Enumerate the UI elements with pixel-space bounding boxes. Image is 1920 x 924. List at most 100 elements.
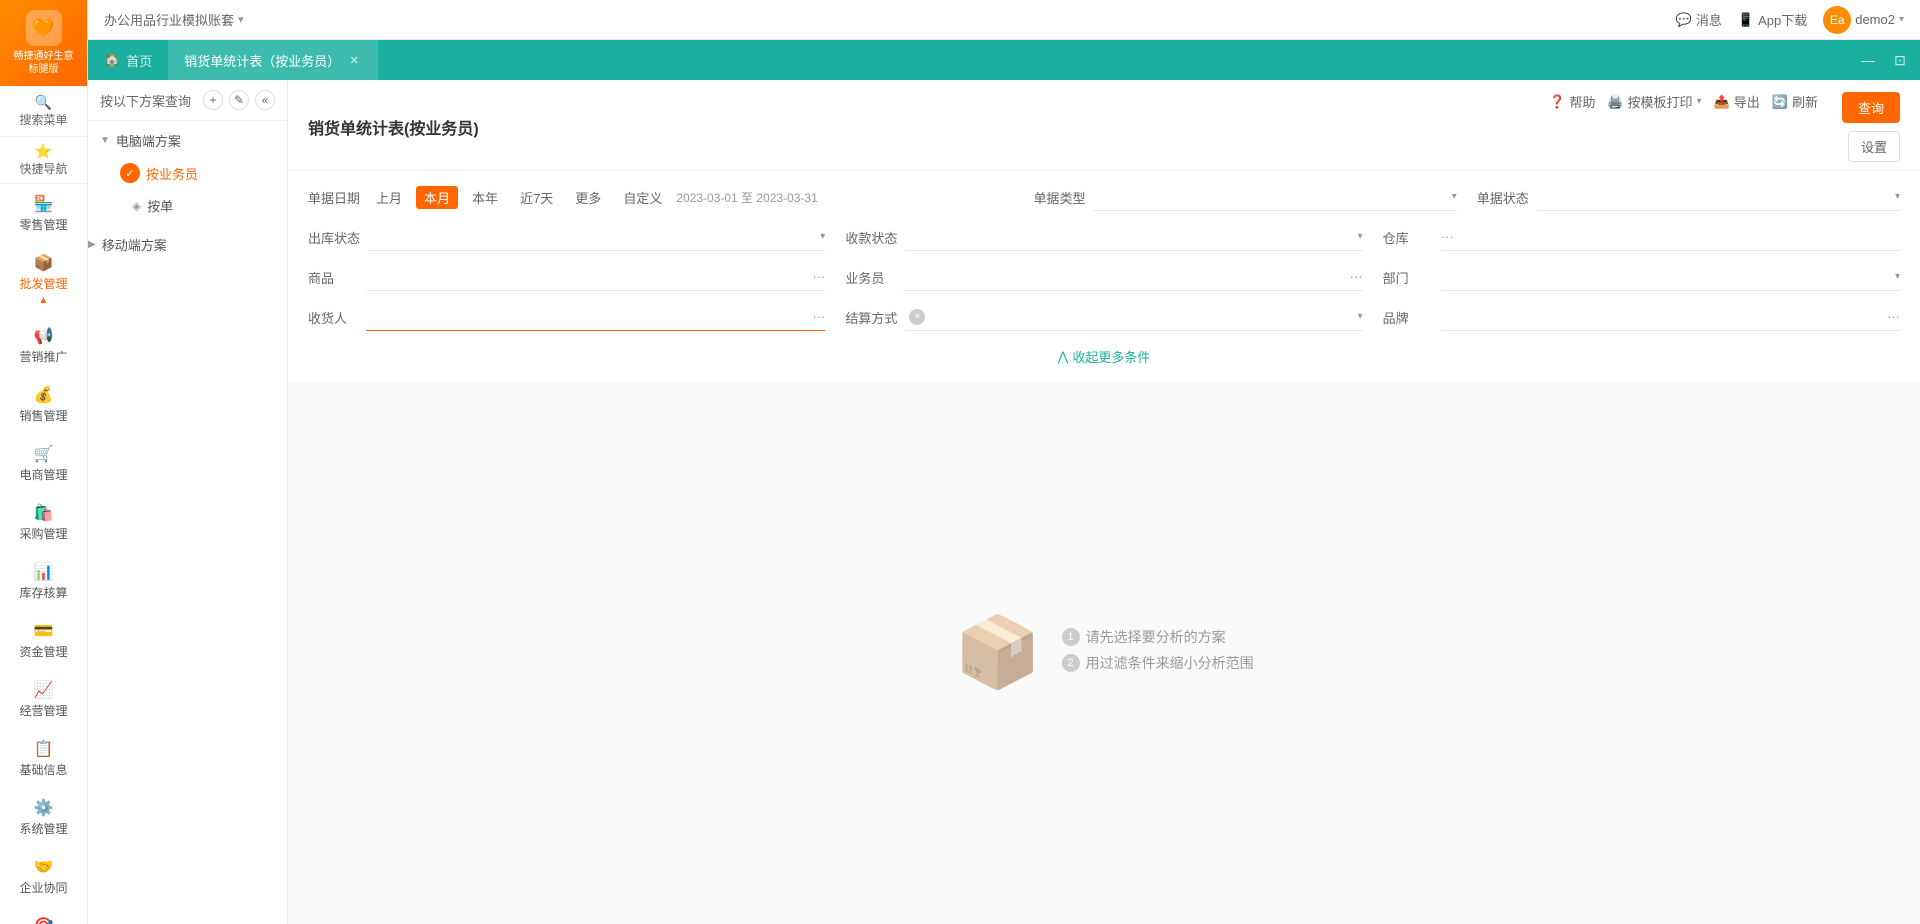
consignee-dots: ··· xyxy=(812,309,825,324)
home-icon: 🏠 xyxy=(104,52,120,68)
sidebar-item-finance[interactable]: 💳 资金管理 xyxy=(0,611,87,670)
tab-minimize-btn[interactable]: — xyxy=(1856,48,1880,72)
department-label: 部门 xyxy=(1383,268,1433,287)
query-button[interactable]: 查询 xyxy=(1842,92,1900,123)
retail-icon: 🏪 xyxy=(4,194,83,214)
help-btn[interactable]: ❓ 帮助 xyxy=(1549,92,1595,111)
add-scheme-btn[interactable]: + xyxy=(203,90,223,110)
brand-control[interactable]: ··· xyxy=(1441,303,1900,331)
warehouse-control[interactable]: ··· xyxy=(1441,223,1900,251)
salesperson-control[interactable]: ··· xyxy=(903,263,1362,291)
more-btn[interactable]: 更多 xyxy=(567,186,609,209)
sidebar-item-marketing[interactable]: 📢 营销推广 xyxy=(0,316,87,375)
tab-maximize-btn[interactable]: ⊡ xyxy=(1888,48,1912,72)
refresh-btn[interactable]: 🔄 刷新 xyxy=(1772,92,1818,111)
quick-nav-item[interactable]: ⭐ 快捷导航 xyxy=(0,137,87,184)
department-dropdown-icon: ▾ xyxy=(1895,271,1900,282)
logo-icon: 🧡 xyxy=(26,10,62,46)
print-btn[interactable]: 🖨️ 按模板打印 ▾ xyxy=(1607,92,1701,111)
app-download-btn[interactable]: 📱 App下载 xyxy=(1738,10,1807,29)
sidebar-item-purchase[interactable]: 🛍️ 采购管理 xyxy=(0,493,87,552)
tab-report[interactable]: 销货单统计表（按业务员） ✕ xyxy=(168,40,378,80)
date-filter: 单据日期 上月 本月 本年 近7天 更多 自定义 2023-03-01 至 20… xyxy=(308,186,1013,209)
filter-row-1: 单据日期 上月 本月 本年 近7天 更多 自定义 2023-03-01 至 20… xyxy=(308,183,1900,211)
doc-type-label: 单据类型 xyxy=(1033,188,1085,207)
out-status-control[interactable]: ▾ xyxy=(368,223,825,251)
collapse-up-icon: ⋀ xyxy=(1058,349,1069,365)
right-panel: 销货单统计表(按业务员) ❓ 帮助 🖨️ 按模板打印 ▾ � xyxy=(288,80,1920,924)
export-btn[interactable]: 📤 导出 xyxy=(1714,92,1760,111)
phone-icon: 📱 xyxy=(1738,12,1754,28)
by-salesperson-scheme[interactable]: ✓ 按业务员 xyxy=(88,156,287,190)
consignee-label: 收货人 xyxy=(308,308,358,327)
mobile-scheme-group-title[interactable]: ▶ 移动端方案 xyxy=(88,229,287,260)
collapse-panel-btn[interactable]: « xyxy=(255,90,275,110)
last-month-btn[interactable]: 上月 xyxy=(368,186,410,209)
settlement-clear-btn[interactable]: × xyxy=(909,309,925,325)
salesperson-label: 业务员 xyxy=(845,268,895,287)
tabbar-right: — ⊡ xyxy=(1856,48,1920,72)
sidebar-item-enterprise[interactable]: 🤝 企业协同 xyxy=(0,847,87,906)
edit-scheme-btn[interactable]: ✎ xyxy=(229,90,249,110)
department-control[interactable]: ▾ xyxy=(1441,263,1900,291)
user-menu[interactable]: Ea demo2 ▾ xyxy=(1823,6,1904,34)
custom-btn[interactable]: 自定义 xyxy=(615,186,670,209)
goods-filter: 商品 ··· xyxy=(308,263,825,291)
tab-home[interactable]: 🏠 首页 xyxy=(88,40,168,80)
current-month-btn[interactable]: 本月 xyxy=(416,186,458,209)
sidebar-item-guide[interactable]: 🎯 新手引导 xyxy=(0,906,87,924)
search-menu-item[interactable]: 🔍 搜索菜单 xyxy=(0,86,87,137)
refresh-icon: 🔄 xyxy=(1772,94,1788,110)
last7-btn[interactable]: 近7天 xyxy=(512,186,561,209)
mobile-scheme-group: ▶ 移动端方案 xyxy=(88,225,287,264)
topbar-right: 💬 消息 📱 App下载 Ea demo2 ▾ xyxy=(1676,6,1904,34)
user-dropdown-icon: ▾ xyxy=(1899,14,1904,25)
system-icon: ⚙️ xyxy=(4,798,83,818)
sidebar-item-system[interactable]: ⚙️ 系统管理 xyxy=(0,788,87,847)
account-selector[interactable]: 办公用品行业模拟账套 ▾ xyxy=(104,10,244,29)
settlement-label: 结算方式 xyxy=(845,308,897,327)
message-icon: 💬 xyxy=(1676,12,1692,28)
empty-state: 📦 1 请先选择要分析的方案 2 用过滤条件来缩小分析范围 xyxy=(954,612,1253,694)
pc-scheme-group-title[interactable]: ▼ 电脑端方案 xyxy=(88,125,287,156)
logo-area[interactable]: 🧡 畅捷通好生意 标腿版 xyxy=(0,0,87,86)
doc-type-control[interactable]: ▾ xyxy=(1093,183,1456,211)
out-status-dropdown-icon: ▾ xyxy=(820,231,825,242)
pc-scheme-group: ▼ 电脑端方案 ✓ 按业务员 ◈ 按单 xyxy=(88,121,287,225)
empty-state-text: 1 请先选择要分析的方案 2 用过滤条件来缩小分析范围 xyxy=(1062,627,1254,679)
sidebar-item-wholesale[interactable]: 📦 批发管理 ▲ xyxy=(0,243,87,316)
sidebar-item-inventory[interactable]: 📊 库存核算 xyxy=(0,552,87,611)
tab-close-btn[interactable]: ✕ xyxy=(346,52,362,68)
help-icon: ❓ xyxy=(1549,94,1565,110)
warehouse-dots: ··· xyxy=(1441,229,1454,244)
settings-button[interactable]: 设置 xyxy=(1848,131,1900,162)
warehouse-filter: 仓库 ··· xyxy=(1383,223,1900,251)
account-name: 办公用品行业模拟账套 xyxy=(104,10,234,29)
by-order-scheme[interactable]: ◈ 按单 xyxy=(88,190,287,221)
current-year-btn[interactable]: 本年 xyxy=(464,186,506,209)
message-btn[interactable]: 💬 消息 xyxy=(1676,10,1722,29)
sidebar-item-basic[interactable]: 📋 基础信息 xyxy=(0,729,87,788)
consignee-control[interactable]: ··· xyxy=(366,303,825,331)
payment-status-control[interactable]: ▾ xyxy=(905,223,1362,251)
left-panel-actions: + ✎ « xyxy=(203,90,275,110)
collapse-filter-btn[interactable]: ⋀ 收起更多条件 xyxy=(308,343,1900,370)
print-dropdown-icon: ▾ xyxy=(1697,96,1702,107)
sidebar-item-operation[interactable]: 📈 经营管理 xyxy=(0,670,87,729)
sidebar-item-ecommerce[interactable]: 🛒 电商管理 xyxy=(0,434,87,493)
doc-status-control[interactable]: ▾ xyxy=(1537,183,1900,211)
settlement-control[interactable]: × ▾ xyxy=(905,303,1362,331)
empty-state-area: 📦 1 请先选择要分析的方案 2 用过滤条件来缩小分析范围 xyxy=(288,382,1920,924)
print-icon: 🖨️ xyxy=(1607,94,1623,110)
empty-text-item-1: 1 请先选择要分析的方案 xyxy=(1062,627,1254,647)
out-status-label: 出库状态 xyxy=(308,228,360,247)
goods-dots: ··· xyxy=(812,269,825,284)
sub-scheme-icon: ◈ xyxy=(132,199,141,213)
goods-control[interactable]: ··· xyxy=(366,263,825,291)
sidebar-item-sales[interactable]: 💰 销售管理 xyxy=(0,375,87,434)
sidebar-item-retail[interactable]: 🏪 零售管理 xyxy=(0,184,87,243)
left-panel-header: 按以下方案查询 + ✎ « xyxy=(88,80,287,121)
date-filter-options: 上月 本月 本年 近7天 更多 自定义 2023-03-01 至 2023-03… xyxy=(368,186,818,209)
step-2-icon: 2 xyxy=(1062,654,1080,672)
operation-icon: 📈 xyxy=(4,680,83,700)
